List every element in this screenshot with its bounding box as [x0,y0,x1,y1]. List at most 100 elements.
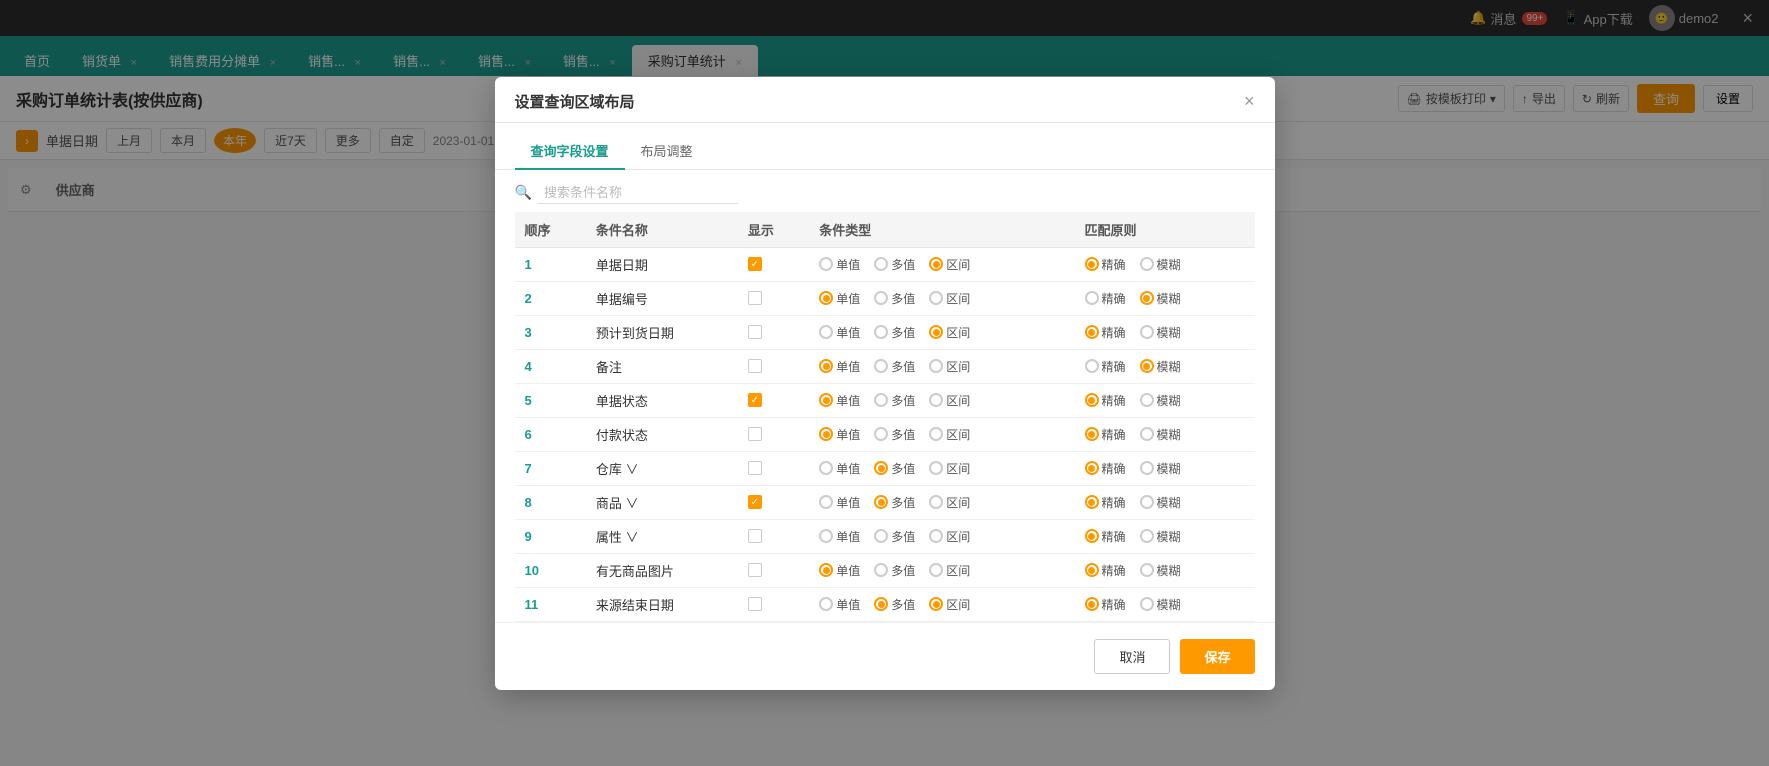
show-checkbox-1[interactable] [748,291,762,305]
type-option-type_multi-8[interactable]: 多值 [874,528,915,545]
match-option-match_fuzzy-6[interactable]: 模糊 [1140,460,1181,477]
row-type-10[interactable]: 单值多值区间 [809,587,1074,621]
type-option-type_range-4[interactable]: 区间 [929,392,970,409]
type-option-type_multi-10[interactable]: 多值 [874,596,915,613]
match-option-match_fuzzy-2[interactable]: 模糊 [1140,324,1181,341]
search-input[interactable] [538,182,738,204]
type-option-type_single-4[interactable]: 单值 [819,392,860,409]
save-button[interactable]: 保存 [1180,639,1254,674]
row-show-7[interactable]: ✓ [738,485,809,519]
row-match-7[interactable]: 精确模糊 [1075,485,1255,519]
row-show-0[interactable]: ✓ [738,247,809,281]
row-match-10[interactable]: 精确模糊 [1075,587,1255,621]
match-option-match_fuzzy-10[interactable]: 模糊 [1140,596,1181,613]
type-option-type_multi-6[interactable]: 多值 [874,460,915,477]
row-match-8[interactable]: 精确模糊 [1075,519,1255,553]
type-option-type_range-7[interactable]: 区间 [929,494,970,511]
show-checkbox-2[interactable] [748,325,762,339]
match-option-match_precise-2[interactable]: 精确 [1085,324,1126,341]
type-option-type_single-1[interactable]: 单值 [819,290,860,307]
match-option-match_fuzzy-8[interactable]: 模糊 [1140,528,1181,545]
row-type-1[interactable]: 单值多值区间 [809,281,1074,315]
row-show-6[interactable] [738,451,809,485]
match-option-match_precise-5[interactable]: 精确 [1085,426,1126,443]
row-match-2[interactable]: 精确模糊 [1075,315,1255,349]
match-option-match_fuzzy-5[interactable]: 模糊 [1140,426,1181,443]
match-option-match_precise-0[interactable]: 精确 [1085,256,1126,273]
match-option-match_precise-1[interactable]: 精确 [1085,290,1126,307]
type-option-type_range-10[interactable]: 区间 [929,596,970,613]
type-option-type_range-8[interactable]: 区间 [929,528,970,545]
row-show-3[interactable] [738,349,809,383]
row-type-7[interactable]: 单值多值区间 [809,485,1074,519]
row-type-3[interactable]: 单值多值区间 [809,349,1074,383]
row-type-4[interactable]: 单值多值区间 [809,383,1074,417]
match-option-match_precise-3[interactable]: 精确 [1085,358,1126,375]
type-option-type_multi-9[interactable]: 多值 [874,562,915,579]
match-option-match_precise-10[interactable]: 精确 [1085,596,1126,613]
type-option-type_single-2[interactable]: 单值 [819,324,860,341]
row-type-5[interactable]: 单值多值区间 [809,417,1074,451]
row-type-0[interactable]: 单值多值区间 [809,247,1074,281]
row-show-1[interactable] [738,281,809,315]
row-match-6[interactable]: 精确模糊 [1075,451,1255,485]
type-option-type_single-8[interactable]: 单值 [819,528,860,545]
match-option-match_fuzzy-7[interactable]: 模糊 [1140,494,1181,511]
row-match-9[interactable]: 精确模糊 [1075,553,1255,587]
type-option-type_multi-1[interactable]: 多值 [874,290,915,307]
match-option-match_precise-4[interactable]: 精确 [1085,392,1126,409]
row-type-2[interactable]: 单值多值区间 [809,315,1074,349]
row-show-9[interactable] [738,553,809,587]
row-match-4[interactable]: 精确模糊 [1075,383,1255,417]
row-show-5[interactable] [738,417,809,451]
row-type-8[interactable]: 单值多值区间 [809,519,1074,553]
modal-tab-layout[interactable]: 布局调整 [625,133,709,170]
type-option-type_multi-4[interactable]: 多值 [874,392,915,409]
row-match-5[interactable]: 精确模糊 [1075,417,1255,451]
row-show-8[interactable] [738,519,809,553]
show-checkbox-7[interactable]: ✓ [748,495,762,509]
type-option-type_range-1[interactable]: 区间 [929,290,970,307]
match-option-match_fuzzy-0[interactable]: 模糊 [1140,256,1181,273]
type-option-type_range-6[interactable]: 区间 [929,460,970,477]
type-option-type_single-7[interactable]: 单值 [819,494,860,511]
show-checkbox-8[interactable] [748,529,762,543]
show-checkbox-3[interactable] [748,359,762,373]
type-option-type_single-3[interactable]: 单值 [819,358,860,375]
match-option-match_fuzzy-1[interactable]: 模糊 [1140,290,1181,307]
type-option-type_range-5[interactable]: 区间 [929,426,970,443]
type-option-type_single-0[interactable]: 单值 [819,256,860,273]
type-option-type_single-6[interactable]: 单值 [819,460,860,477]
match-option-match_precise-6[interactable]: 精确 [1085,460,1126,477]
type-option-type_multi-5[interactable]: 多值 [874,426,915,443]
type-option-type_single-9[interactable]: 单值 [819,562,860,579]
row-type-9[interactable]: 单值多值区间 [809,553,1074,587]
row-show-2[interactable] [738,315,809,349]
modal-close-button[interactable]: × [1244,92,1255,110]
type-option-type_single-10[interactable]: 单值 [819,596,860,613]
match-option-match_precise-8[interactable]: 精确 [1085,528,1126,545]
match-option-match_fuzzy-3[interactable]: 模糊 [1140,358,1181,375]
row-type-6[interactable]: 单值多值区间 [809,451,1074,485]
type-option-type_range-0[interactable]: 区间 [929,256,970,273]
show-checkbox-5[interactable] [748,427,762,441]
row-show-4[interactable]: ✓ [738,383,809,417]
type-option-type_multi-3[interactable]: 多值 [874,358,915,375]
show-checkbox-10[interactable] [748,597,762,611]
type-option-type_single-5[interactable]: 单值 [819,426,860,443]
type-option-type_range-2[interactable]: 区间 [929,324,970,341]
cancel-button[interactable]: 取消 [1094,639,1170,674]
show-checkbox-0[interactable]: ✓ [748,257,762,271]
type-option-type_multi-2[interactable]: 多值 [874,324,915,341]
type-option-type_multi-7[interactable]: 多值 [874,494,915,511]
row-match-1[interactable]: 精确模糊 [1075,281,1255,315]
match-option-match_precise-9[interactable]: 精确 [1085,562,1126,579]
show-checkbox-6[interactable] [748,461,762,475]
match-option-match_precise-7[interactable]: 精确 [1085,494,1126,511]
row-show-10[interactable] [738,587,809,621]
modal-tab-query-field[interactable]: 查询字段设置 [515,133,625,170]
row-match-0[interactable]: 精确模糊 [1075,247,1255,281]
match-option-match_fuzzy-9[interactable]: 模糊 [1140,562,1181,579]
match-option-match_fuzzy-4[interactable]: 模糊 [1140,392,1181,409]
type-option-type_range-3[interactable]: 区间 [929,358,970,375]
